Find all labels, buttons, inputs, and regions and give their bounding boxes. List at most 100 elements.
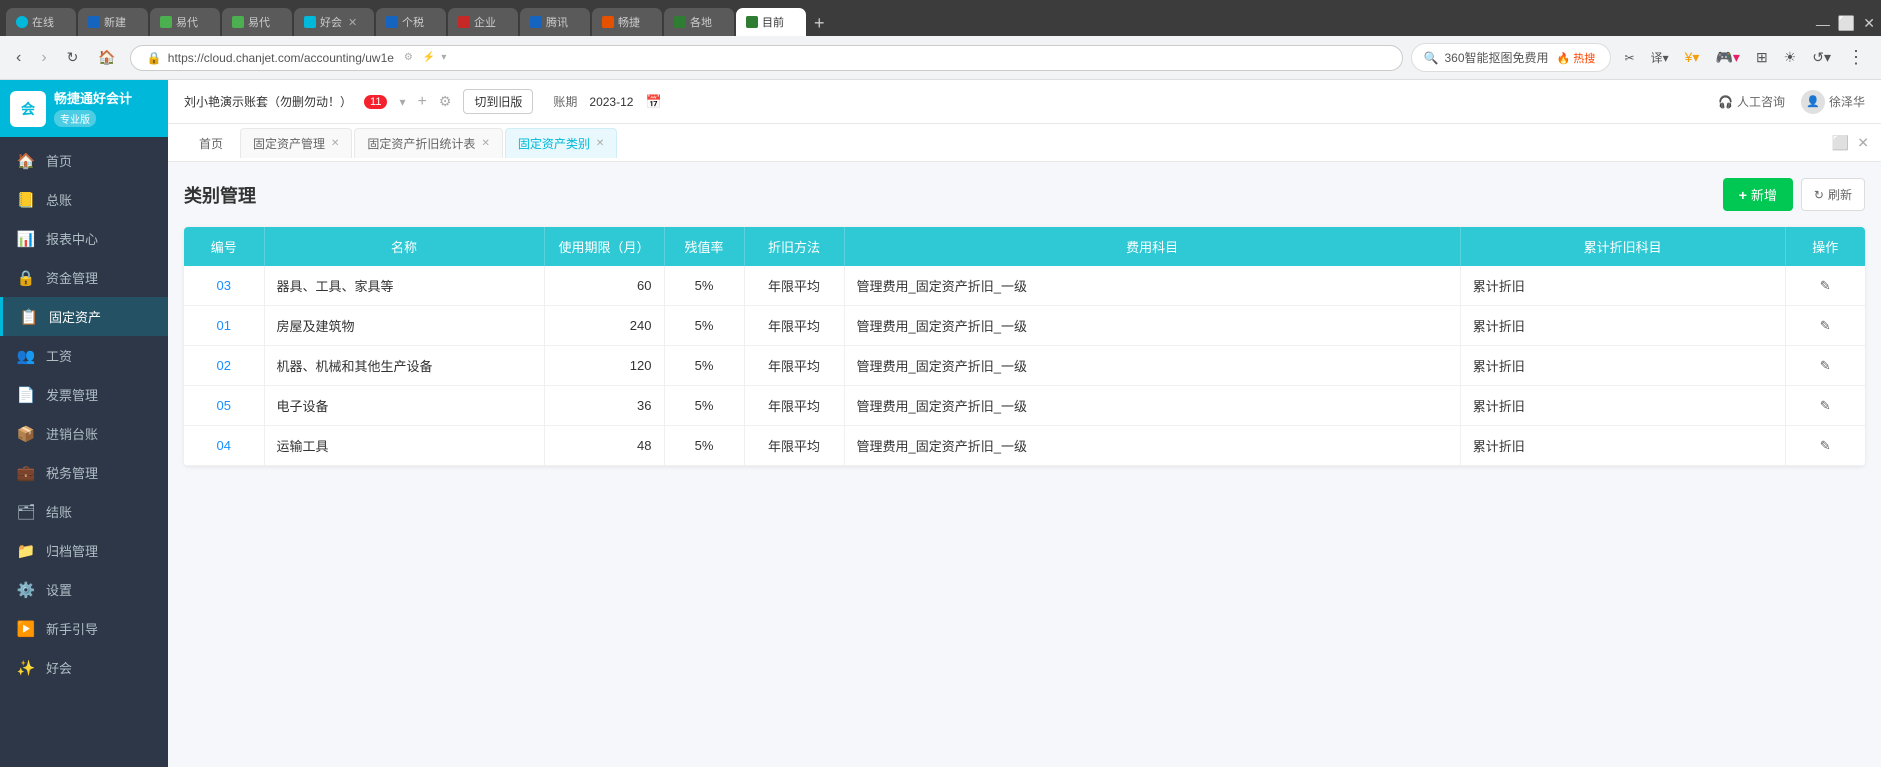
- tab5-close[interactable]: ✕: [348, 16, 357, 29]
- win-minimize[interactable]: —: [1816, 16, 1830, 32]
- sidebar-item-funds[interactable]: 🔒 资金管理: [0, 258, 168, 297]
- sidebar-item-purchase-sales[interactable]: 📦 进销台账: [0, 414, 168, 453]
- cell-code[interactable]: 02: [184, 346, 264, 386]
- browser-tab-3[interactable]: 易代: [150, 8, 220, 36]
- toolbar-actions: ✂ 译▾ ¥▾ 🎮▾ ⊞ ☀ ↺▾ ⋮: [1619, 44, 1871, 71]
- calendar-icon[interactable]: 📅: [645, 94, 661, 110]
- page-restore-btn[interactable]: ⬜: [1832, 134, 1849, 151]
- grid-btn[interactable]: ⊞: [1750, 46, 1774, 69]
- lock-icon: 🔒: [147, 51, 162, 65]
- tab-depreciation-label: 固定资产折旧统计表: [367, 135, 475, 152]
- tab-category-close[interactable]: ✕: [596, 138, 604, 149]
- cut-btn[interactable]: ✂: [1619, 48, 1641, 68]
- sidebar-item-ledger[interactable]: 📒 总账: [0, 180, 168, 219]
- sidebar-item-invoice[interactable]: 📄 发票管理: [0, 375, 168, 414]
- browser-tab-1[interactable]: 在线: [6, 8, 76, 36]
- url-dropdown[interactable]: ▾: [441, 52, 446, 63]
- user-info[interactable]: 👤 徐泽华: [1801, 90, 1865, 114]
- col-period: 使用期限（月）: [544, 227, 664, 266]
- cell-name: 房屋及建筑物: [264, 306, 544, 346]
- cell-op[interactable]: ✎: [1785, 266, 1865, 306]
- reload-btn[interactable]: ↻: [61, 45, 85, 70]
- sidebar-item-payroll[interactable]: 👥 工资: [0, 336, 168, 375]
- col-expense: 费用科目: [844, 227, 1460, 266]
- cell-expense: 管理费用_固定资产折旧_一级: [844, 266, 1460, 306]
- new-tab-btn[interactable]: +: [808, 13, 831, 34]
- undo-btn[interactable]: ↺▾: [1806, 46, 1837, 69]
- browser-tab-8[interactable]: 腾讯: [520, 8, 590, 36]
- back-btn[interactable]: ‹: [10, 45, 27, 71]
- win-restore[interactable]: ⬜: [1838, 15, 1855, 32]
- url-expand[interactable]: ⚡: [423, 52, 435, 63]
- add-btn[interactable]: + 新增: [1723, 178, 1793, 211]
- sidebar-item-help[interactable]: ✨ 好会: [0, 648, 168, 687]
- refresh-btn[interactable]: ↻ 刷新: [1801, 178, 1865, 211]
- cell-op[interactable]: ✎: [1785, 386, 1865, 426]
- sidebar-label-fixed-assets: 固定资产: [49, 307, 101, 326]
- browser-tab-9[interactable]: 畅捷: [592, 8, 662, 36]
- brightness-btn[interactable]: ☀: [1778, 46, 1803, 69]
- currency-btn[interactable]: ¥▾: [1679, 46, 1706, 69]
- sidebar-label-reports: 报表中心: [46, 229, 98, 248]
- sidebar-label-invoice: 发票管理: [46, 385, 98, 404]
- win-close[interactable]: ✕: [1863, 15, 1875, 32]
- browser-tab-5[interactable]: 好会 ✕: [294, 8, 374, 36]
- dropdown-icon[interactable]: ⚙: [404, 52, 413, 63]
- game-btn[interactable]: 🎮▾: [1709, 46, 1745, 69]
- tab-home[interactable]: 首页: [184, 128, 238, 158]
- sidebar-label-home: 首页: [46, 151, 72, 170]
- topbar-add[interactable]: +: [417, 93, 426, 111]
- menu-btn[interactable]: ⋮: [1841, 44, 1871, 71]
- logo-text: 畅捷通好会计: [54, 90, 132, 108]
- settlement-icon: 🗂: [16, 503, 36, 521]
- tab-asset-mgmt[interactable]: 固定资产管理 ✕: [240, 128, 352, 158]
- cell-op[interactable]: ✎: [1785, 426, 1865, 466]
- browser-tab-2[interactable]: 新建: [78, 8, 148, 36]
- translate-btn[interactable]: 译▾: [1645, 46, 1675, 69]
- sidebar-item-settings[interactable]: ⚙️ 设置: [0, 570, 168, 609]
- topbar-gear[interactable]: ⚙: [439, 93, 452, 110]
- page-max-btns: ⬜ ✕: [1832, 134, 1869, 151]
- cell-code[interactable]: 05: [184, 386, 264, 426]
- home-btn[interactable]: 🏠: [92, 45, 121, 70]
- sidebar-item-archive[interactable]: 📁 归档管理: [0, 531, 168, 570]
- fixed-assets-icon: 📋: [19, 308, 39, 326]
- col-method: 折旧方法: [744, 227, 844, 266]
- tab-depreciation[interactable]: 固定资产折旧统计表 ✕: [354, 128, 502, 158]
- cell-name: 器具、工具、家具等: [264, 266, 544, 306]
- tab-asset-mgmt-close[interactable]: ✕: [331, 138, 339, 149]
- tab-category[interactable]: 固定资产类别 ✕: [505, 128, 617, 158]
- url-input[interactable]: 🔒 https://cloud.chanjet.com/accounting/u…: [130, 45, 1403, 71]
- page-close-btn[interactable]: ✕: [1857, 134, 1869, 151]
- sidebar-item-home[interactable]: 🏠 首页: [0, 141, 168, 180]
- switch-version-btn[interactable]: 切到旧版: [463, 89, 533, 114]
- sidebar-item-tax[interactable]: 💼 税务管理: [0, 453, 168, 492]
- cell-expense: 管理费用_固定资产折旧_一级: [844, 346, 1460, 386]
- cell-code[interactable]: 03: [184, 266, 264, 306]
- tab-depreciation-close[interactable]: ✕: [481, 138, 489, 149]
- cell-op[interactable]: ✎: [1785, 306, 1865, 346]
- forward-btn[interactable]: ›: [35, 45, 52, 71]
- guide-icon: ▶️: [16, 620, 36, 638]
- hot-label: 🔥 热搜: [1557, 50, 1596, 66]
- sidebar-item-fixed-assets[interactable]: 📋 固定资产: [0, 297, 168, 336]
- sidebar-label-payroll: 工资: [46, 346, 72, 365]
- sidebar-item-guide[interactable]: ▶️ 新手引导: [0, 609, 168, 648]
- sidebar-item-settlement[interactable]: 🗂 结账: [0, 492, 168, 531]
- cell-op[interactable]: ✎: [1785, 346, 1865, 386]
- browser-tab-6[interactable]: 个税: [376, 8, 446, 36]
- cell-code[interactable]: 04: [184, 426, 264, 466]
- service-btn[interactable]: 🎧 人工咨询: [1718, 93, 1785, 110]
- browser-tab-7[interactable]: 企业: [448, 8, 518, 36]
- sidebar-label-settlement: 结账: [46, 502, 72, 521]
- topbar-expand[interactable]: ▾: [399, 95, 405, 109]
- browser-tab-4[interactable]: 易代: [222, 8, 292, 36]
- sidebar-logo: 会 畅捷通好会计 专业版: [0, 80, 168, 137]
- search-bar[interactable]: 🔍 360智能抠图免费用 🔥 热搜: [1411, 43, 1611, 72]
- sidebar-item-reports[interactable]: 📊 报表中心: [0, 219, 168, 258]
- table-header: 编号 名称 使用期限（月） 残值率 折旧方法: [184, 227, 1865, 266]
- cell-code[interactable]: 01: [184, 306, 264, 346]
- browser-tab-10[interactable]: 各地: [664, 8, 734, 36]
- browser-tab-11[interactable]: 目前: [736, 8, 806, 36]
- sidebar-label-tax: 税务管理: [46, 463, 98, 482]
